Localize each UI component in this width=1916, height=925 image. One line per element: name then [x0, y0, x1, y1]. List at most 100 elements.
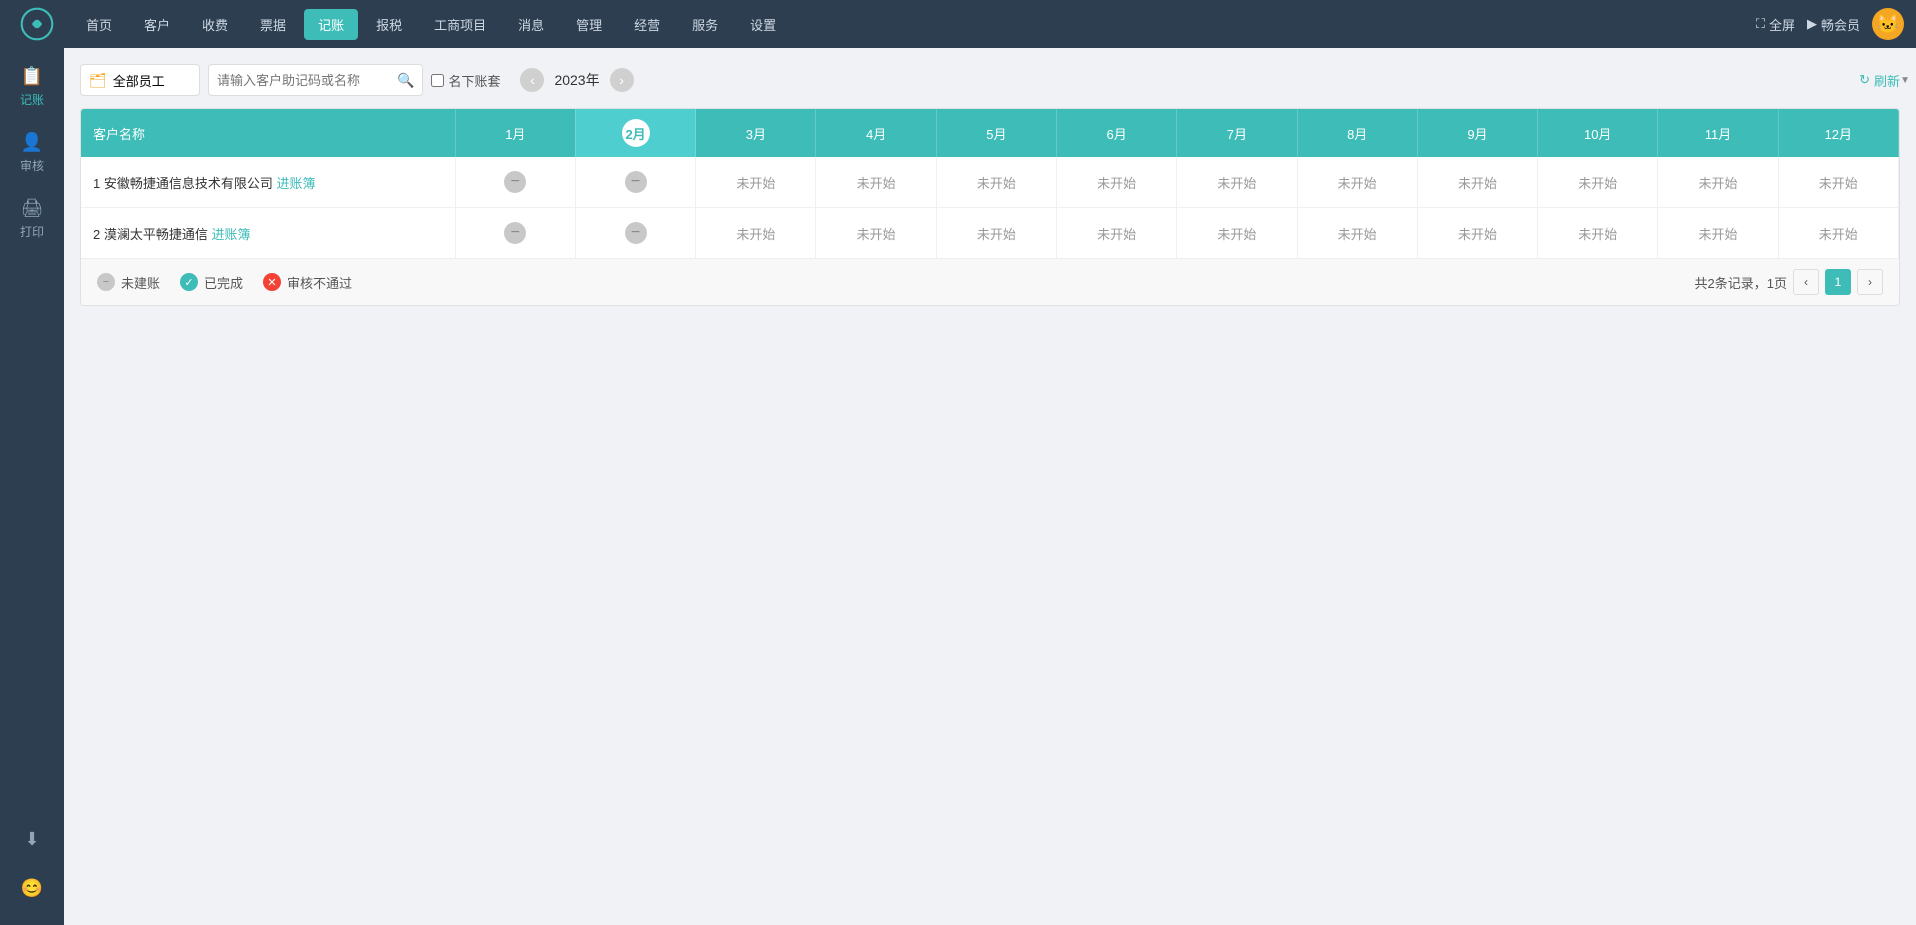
col-header-5: 5月	[936, 109, 1056, 157]
status-unstarted-text: 未开始	[1097, 176, 1136, 191]
next-page-btn[interactable]: ›	[1857, 269, 1883, 295]
month-status-cell: 未开始	[1057, 157, 1177, 208]
employee-select-value: 全部员工	[113, 71, 165, 90]
client-name: 漠澜太平畅捷通信	[104, 227, 208, 242]
status-unstarted-text: 未开始	[977, 176, 1016, 191]
search-input[interactable]	[209, 69, 389, 92]
prev-year-btn[interactable]: ‹	[520, 68, 544, 92]
sidebar-item-label: 打印	[20, 223, 44, 240]
search-input-wrap: 🔍	[208, 64, 423, 96]
table-row: 2 漠澜太平畅捷通信 进账簿−−未开始未开始未开始未开始未开始未开始未开始未开始…	[81, 208, 1899, 259]
nav-item-票据[interactable]: 票据	[246, 9, 300, 40]
member-label: 畅会员	[1821, 15, 1860, 34]
sidebar-icon: 👤	[21, 132, 43, 153]
month-status-cell: 未开始	[1297, 157, 1417, 208]
nav-item-报税[interactable]: 报税	[362, 9, 416, 40]
status-dash-icon: −	[625, 171, 647, 193]
refresh-icon: ↻	[1859, 72, 1870, 88]
status-unstarted-text: 未开始	[1338, 227, 1377, 242]
status-unstarted-text: 未开始	[736, 176, 775, 191]
month-status-cell: 未开始	[816, 208, 936, 259]
client-name-cell: 1 安徽畅捷通信息技术有限公司 进账簿	[81, 157, 455, 208]
nav-item-工商项目[interactable]: 工商项目	[420, 9, 500, 40]
month-status-cell: 未开始	[1538, 157, 1658, 208]
legend-dot: ✓	[180, 273, 198, 291]
month-status-cell: 未开始	[1658, 208, 1778, 259]
month-status-cell: 未开始	[936, 157, 1056, 208]
legend-label: 未建账	[121, 273, 160, 292]
nav-item-首页[interactable]: 首页	[72, 9, 126, 40]
search-button[interactable]: 🔍	[389, 72, 422, 89]
col-header-3: 3月	[696, 109, 816, 157]
legend-dot: −	[97, 273, 115, 291]
current-month-circle: 2月	[622, 119, 650, 147]
status-unstarted-text: 未开始	[1217, 227, 1256, 242]
status-unstarted-text: 未开始	[736, 227, 775, 242]
month-status-cell: −	[575, 157, 695, 208]
sidebar-bottom-item[interactable]: ⬇	[4, 819, 60, 860]
nav-item-消息[interactable]: 消息	[504, 9, 558, 40]
month-status-cell: 未开始	[1538, 208, 1658, 259]
refresh-btn[interactable]: ↻ 刷新	[1859, 71, 1900, 90]
status-unstarted-text: 未开始	[1698, 176, 1737, 191]
year-nav: ‹ 2023年 ›	[520, 68, 633, 92]
nav-item-客户[interactable]: 客户	[130, 9, 184, 40]
toolbar: 🗂 全部员工 ▼ 🔍 名下账套 ‹ 2023年 › ↻ 刷新	[80, 64, 1900, 96]
col-header-2: 2月	[575, 109, 695, 157]
nav-item-经营[interactable]: 经营	[620, 9, 674, 40]
enter-ledger-link[interactable]: 进账簿	[211, 227, 250, 242]
fullscreen-btn[interactable]: ⛶ 全屏	[1756, 15, 1795, 34]
table-row: 1 安徽畅捷通信息技术有限公司 进账簿−−未开始未开始未开始未开始未开始未开始未…	[81, 157, 1899, 208]
next-year-btn[interactable]: ›	[610, 68, 634, 92]
logo	[12, 7, 62, 41]
enter-ledger-link[interactable]: 进账簿	[276, 176, 315, 191]
data-table: 客户名称1月2月3月4月5月6月7月8月9月10月11月12月 1 安徽畅捷通信…	[81, 109, 1899, 258]
sidebar-item-记账[interactable]: 📋记账	[4, 56, 60, 118]
month-status-cell: 未开始	[1177, 157, 1297, 208]
nav-item-收费[interactable]: 收费	[188, 9, 242, 40]
month-status-cell: 未开始	[1417, 208, 1537, 259]
employee-select[interactable]: 🗂 全部员工 ▼	[80, 64, 200, 96]
page-1-btn[interactable]: 1	[1825, 269, 1851, 295]
status-unstarted-text: 未开始	[857, 176, 896, 191]
pagination: 共2条记录，1页 ‹ 1 ›	[1695, 269, 1883, 295]
col-header-9: 9月	[1417, 109, 1537, 157]
sidebar-bottom-item[interactable]: 😊	[4, 868, 60, 909]
month-status-cell: 未开始	[816, 157, 936, 208]
checkbox-label: 名下账套	[448, 71, 500, 90]
avatar[interactable]: 🐱	[1872, 8, 1904, 40]
nav-item-管理[interactable]: 管理	[562, 9, 616, 40]
legend: −未建账 ✓ 已完成 ✕审核不通过	[97, 273, 1695, 292]
legend-label: 审核不通过	[287, 273, 352, 292]
nav-item-服务[interactable]: 服务	[678, 9, 732, 40]
sidebar-bottom: ⬇😊	[4, 819, 60, 925]
prev-page-btn[interactable]: ‹	[1793, 269, 1819, 295]
account-set-checkbox[interactable]	[431, 74, 444, 87]
status-dash-icon: −	[625, 222, 647, 244]
col-header-name: 客户名称	[81, 109, 455, 157]
legend-item-teal: ✓ 已完成	[180, 273, 243, 292]
footer-bar: −未建账 ✓ 已完成 ✕审核不通过 共2条记录，1页 ‹ 1 ›	[81, 258, 1899, 305]
total-records-text: 共2条记录，1页	[1695, 273, 1787, 292]
legend-label: 已完成	[204, 273, 243, 292]
sidebar-item-审核[interactable]: 👤审核	[4, 122, 60, 184]
employee-icon: 🗂	[89, 72, 107, 89]
status-unstarted-text: 未开始	[1698, 227, 1737, 242]
checkbox-label-wrap[interactable]: 名下账套	[431, 71, 500, 90]
legend-item-red: ✕审核不通过	[263, 273, 352, 292]
member-btn[interactable]: ▶ 畅会员	[1807, 15, 1860, 34]
refresh-label: 刷新	[1874, 71, 1900, 90]
nav-item-设置[interactable]: 设置	[736, 9, 790, 40]
month-status-cell: 未开始	[936, 208, 1056, 259]
nav-item-记账[interactable]: 记账	[304, 9, 358, 40]
client-id: 1	[93, 176, 104, 191]
status-unstarted-text: 未开始	[857, 227, 896, 242]
table-container: 客户名称1月2月3月4月5月6月7月8月9月10月11月12月 1 安徽畅捷通信…	[80, 108, 1900, 306]
nav-right: ⛶ 全屏 ▶ 畅会员 🐱	[1756, 8, 1904, 40]
fullscreen-icon: ⛶	[1756, 16, 1765, 32]
month-status-cell: 未开始	[696, 208, 816, 259]
status-dash-icon: −	[504, 222, 526, 244]
sidebar-item-打印[interactable]: 🖨打印	[4, 188, 60, 250]
status-unstarted-text: 未开始	[977, 227, 1016, 242]
content: 🗂 全部员工 ▼ 🔍 名下账套 ‹ 2023年 › ↻ 刷新	[64, 48, 1916, 925]
